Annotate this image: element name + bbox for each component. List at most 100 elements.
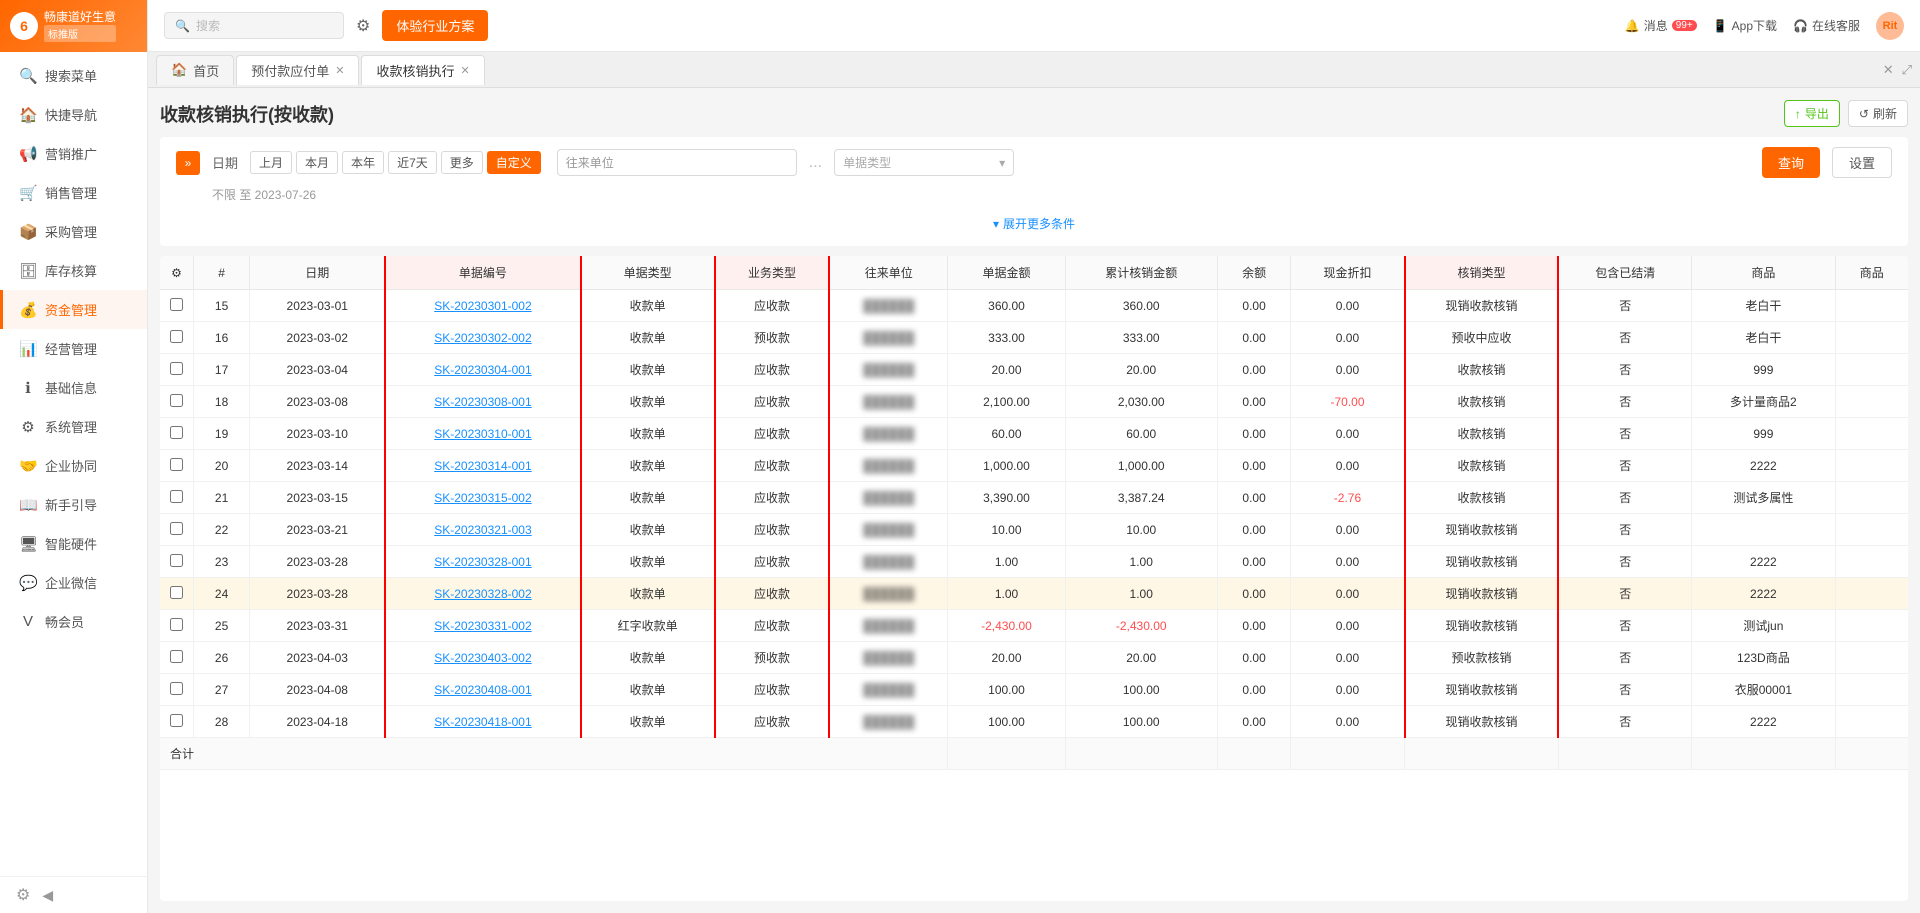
cell-bill-no[interactable]: SK-20230304-001 [385, 354, 580, 386]
more-date-btn[interactable]: 更多 [441, 151, 483, 174]
refresh-button[interactable]: ↺ 刷新 [1848, 100, 1908, 127]
table-row[interactable]: 26 2023-04-03 SK-20230403-002 收款单 预收款 ██… [160, 642, 1908, 674]
cell-checkbox[interactable] [160, 418, 194, 450]
topbar-search-wrap[interactable]: 🔍 搜索 [164, 12, 344, 39]
tab-prepay[interactable]: 预付款应付单 ✕ [236, 55, 359, 85]
custom-date-btn[interactable]: 自定义 [487, 151, 541, 174]
setting-button[interactable]: 设置 [1832, 147, 1892, 178]
sidebar-item-finance[interactable]: 💰 资金管理 [0, 290, 147, 329]
query-button[interactable]: 查询 [1762, 147, 1820, 178]
sidebar-item-basic[interactable]: ℹ 基础信息 [0, 368, 147, 407]
online-service-action[interactable]: 🎧 在线客服 [1793, 17, 1860, 34]
tab-home[interactable]: 🏠 首页 [156, 55, 234, 85]
sidebar-item-guide[interactable]: 📖 新手引导 [0, 485, 147, 524]
cell-no: 21 [194, 482, 250, 514]
maximize-icon[interactable]: ⤢ [1902, 62, 1912, 78]
sidebar-item-search[interactable]: 🔍 搜索菜单 [0, 56, 147, 95]
cell-checkbox[interactable] [160, 482, 194, 514]
cell-checkbox[interactable] [160, 322, 194, 354]
cell-bill-no[interactable]: SK-20230310-001 [385, 418, 580, 450]
close-all-tabs-icon[interactable]: ✕ [1883, 62, 1894, 78]
sidebar-item-operation[interactable]: 📊 经营管理 [0, 329, 147, 368]
table-row[interactable]: 17 2023-03-04 SK-20230304-001 收款单 应收款 ██… [160, 354, 1908, 386]
cell-bill-no[interactable]: SK-20230408-001 [385, 674, 580, 706]
cell-checkbox[interactable] [160, 450, 194, 482]
cell-checkbox[interactable] [160, 290, 194, 322]
gear-icon[interactable]: ⚙ [356, 16, 370, 36]
export-button[interactable]: ↑ 导出 [1784, 100, 1840, 127]
sidebar-item-quicknav[interactable]: 🏠 快捷导航 [0, 95, 147, 134]
cell-checkbox[interactable] [160, 642, 194, 674]
sidebar-item-system[interactable]: ⚙ 系统管理 [0, 407, 147, 446]
cell-bill-no[interactable]: SK-20230403-002 [385, 642, 580, 674]
cell-bill-no[interactable]: SK-20230301-002 [385, 290, 580, 322]
table-row[interactable]: 20 2023-03-14 SK-20230314-001 收款单 应收款 ██… [160, 450, 1908, 482]
app-download-action[interactable]: 📱 App下载 [1713, 17, 1777, 34]
nav-icon-inventory: 🗄 [19, 262, 37, 280]
refresh-icon: ↺ [1859, 107, 1869, 121]
collapse-icon[interactable]: ◀ [42, 887, 53, 904]
cell-checkbox[interactable] [160, 546, 194, 578]
table-row[interactable]: 28 2023-04-18 SK-20230418-001 收款单 应收款 ██… [160, 706, 1908, 738]
last-7-days-btn[interactable]: 近7天 [388, 151, 437, 174]
user-avatar[interactable]: Rit [1876, 12, 1904, 40]
cell-bill-no[interactable]: SK-20230328-001 [385, 546, 580, 578]
cell-checkbox[interactable] [160, 610, 194, 642]
sidebar-item-hardware[interactable]: 🖥 智能硬件 [0, 524, 147, 563]
table-row[interactable]: 22 2023-03-21 SK-20230321-003 收款单 应收款 ██… [160, 514, 1908, 546]
sidebar-item-wechat[interactable]: 💬 企业微信 [0, 563, 147, 602]
cell-checkbox[interactable] [160, 706, 194, 738]
cell-goods2 [1835, 546, 1908, 578]
table-row[interactable]: 15 2023-03-01 SK-20230301-002 收款单 应收款 ██… [160, 290, 1908, 322]
cell-bill-no[interactable]: SK-20230328-002 [385, 578, 580, 610]
counterparty-input[interactable]: 往来单位 [557, 149, 797, 176]
table-row[interactable]: 21 2023-03-15 SK-20230315-002 收款单 应收款 ██… [160, 482, 1908, 514]
bill-type-select[interactable]: 单据类型 ▾ [834, 149, 1014, 176]
expand-more-btn[interactable]: ▾ 展开更多条件 [993, 215, 1075, 232]
cell-bill-no[interactable]: SK-20230315-002 [385, 482, 580, 514]
cell-counterparty: ██████ [829, 546, 948, 578]
cell-checkbox[interactable] [160, 354, 194, 386]
this-year-btn[interactable]: 本年 [342, 151, 384, 174]
close-collection-tab-icon[interactable]: ✕ [460, 64, 469, 77]
table-row[interactable]: 18 2023-03-08 SK-20230308-001 收款单 应收款 ██… [160, 386, 1908, 418]
tab-collection[interactable]: 收款核销执行 ✕ [361, 55, 484, 85]
close-prepay-tab-icon[interactable]: ✕ [335, 64, 344, 77]
cell-bill-no[interactable]: SK-20230302-002 [385, 322, 580, 354]
cell-goods2 [1835, 482, 1908, 514]
table-row[interactable]: 27 2023-04-08 SK-20230408-001 收款单 应收款 ██… [160, 674, 1908, 706]
sidebar-item-enterprise[interactable]: 🤝 企业协同 [0, 446, 147, 485]
sidebar-item-inventory[interactable]: 🗄 库存核算 [0, 251, 147, 290]
table-row[interactable]: 24 2023-03-28 SK-20230328-002 收款单 应收款 ██… [160, 578, 1908, 610]
settings-icon[interactable]: ⚙ [16, 885, 30, 905]
sidebar-item-marketing[interactable]: 📢 营销推广 [0, 134, 147, 173]
sidebar-item-member[interactable]: V 畅会员 [0, 602, 147, 641]
cell-goods: 老白干 [1692, 290, 1835, 322]
solution-button[interactable]: 体验行业方案 [382, 10, 488, 41]
cell-accumulated: 1,000.00 [1065, 450, 1217, 482]
sidebar-item-sales[interactable]: 🛒 销售管理 [0, 173, 147, 212]
table-row[interactable]: 19 2023-03-10 SK-20230310-001 收款单 应收款 ██… [160, 418, 1908, 450]
cell-bill-no[interactable]: SK-20230308-001 [385, 386, 580, 418]
cell-checkbox[interactable] [160, 386, 194, 418]
cell-checkbox[interactable] [160, 514, 194, 546]
cell-checkbox[interactable] [160, 578, 194, 610]
filter-collapse-toggle[interactable]: » [176, 151, 200, 175]
this-month-btn[interactable]: 本月 [296, 151, 338, 174]
cell-bill-no[interactable]: SK-20230321-003 [385, 514, 580, 546]
notifications-action[interactable]: 🔔 消息 99+ [1625, 17, 1697, 34]
more-filter-icon[interactable]: ... [809, 154, 822, 172]
col-settings[interactable]: ⚙ [160, 256, 194, 290]
table-row[interactable]: 25 2023-03-31 SK-20230331-002 红字收款单 应收款 … [160, 610, 1908, 642]
sidebar-item-purchase[interactable]: 📦 采购管理 [0, 212, 147, 251]
cell-checkbox[interactable] [160, 674, 194, 706]
search-icon: 🔍 [175, 19, 190, 33]
cell-bill-no[interactable]: SK-20230331-002 [385, 610, 580, 642]
cell-bill-no[interactable]: SK-20230418-001 [385, 706, 580, 738]
last-month-btn[interactable]: 上月 [250, 151, 292, 174]
table-row[interactable]: 23 2023-03-28 SK-20230328-001 收款单 应收款 ██… [160, 546, 1908, 578]
cell-balance: 0.00 [1217, 610, 1291, 642]
table-row[interactable]: 16 2023-03-02 SK-20230302-002 收款单 预收款 ██… [160, 322, 1908, 354]
cell-bill-no[interactable]: SK-20230314-001 [385, 450, 580, 482]
cell-bill-type: 收款单 [581, 418, 715, 450]
